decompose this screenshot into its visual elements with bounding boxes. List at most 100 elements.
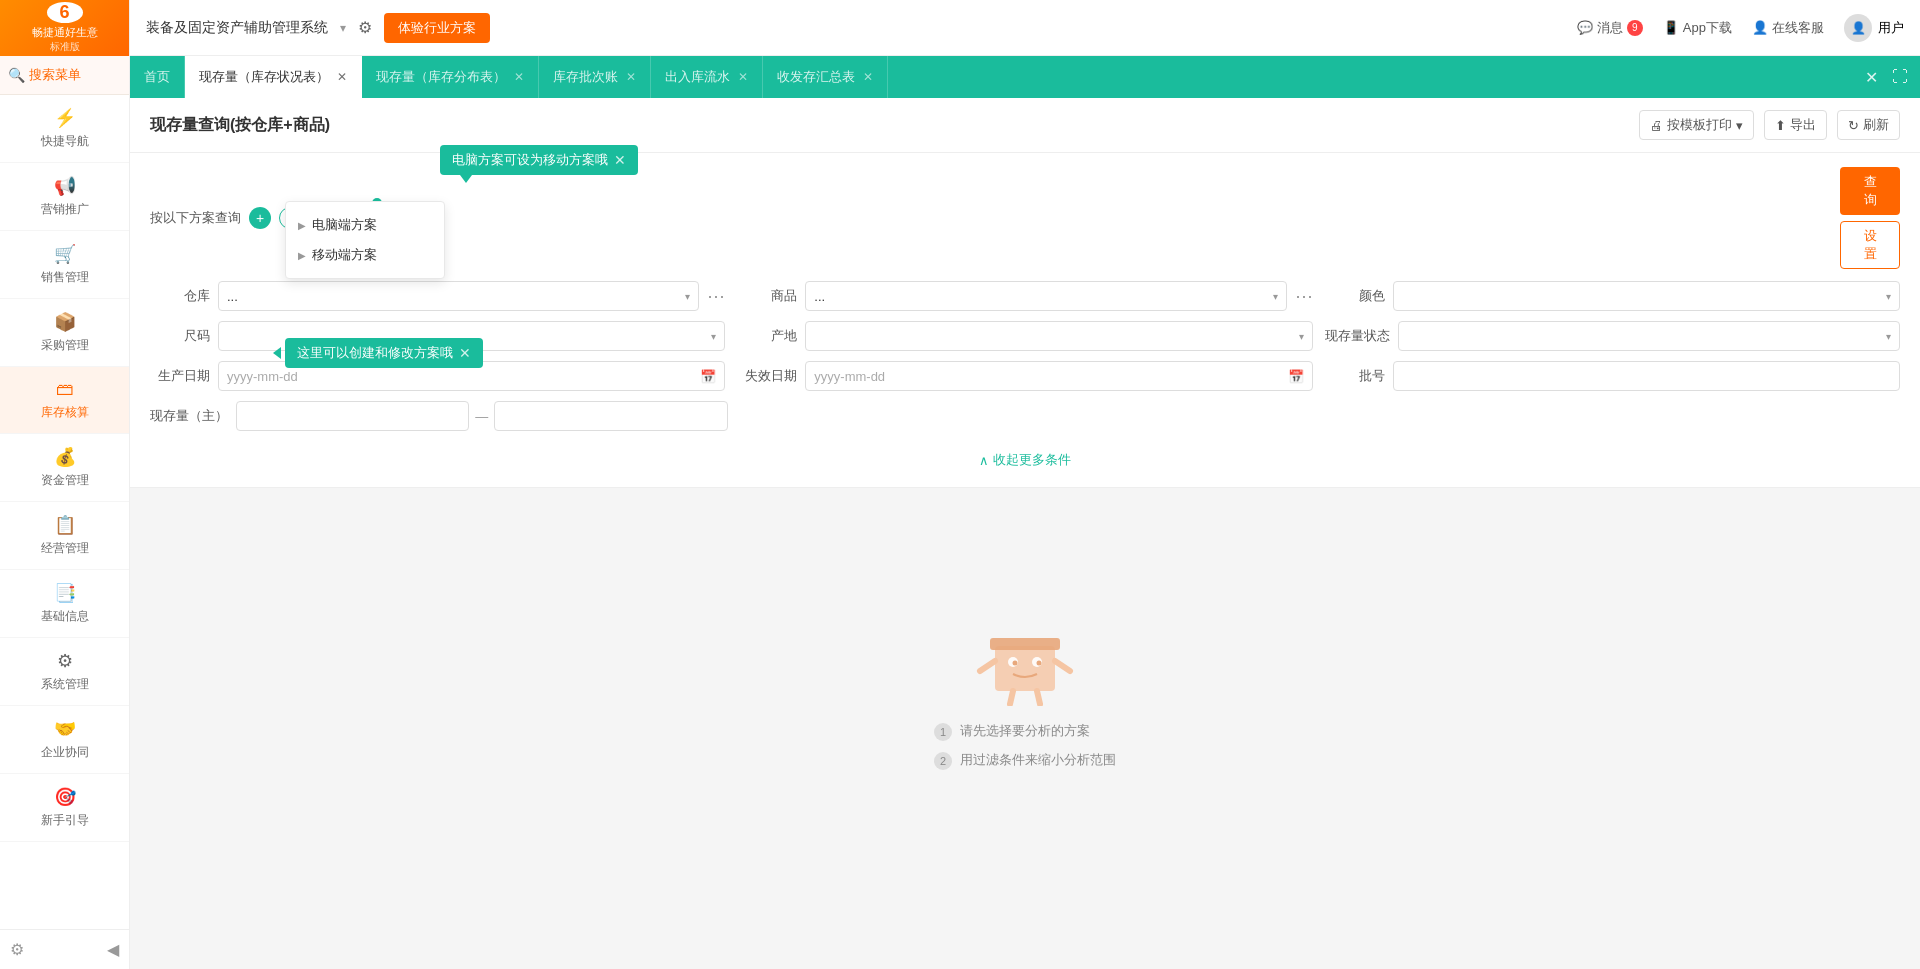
svg-point-5 [1037,661,1042,666]
empty-illustration: 1 请先选择要分析的方案 2 用过滤条件来缩小分析范围 [934,606,1116,770]
export-button[interactable]: ⬆ 导出 [1764,110,1827,140]
marketing-label: 营销推广 [41,201,89,218]
finance-icon: 💰 [54,446,76,468]
produce-date-icon[interactable]: 📅 [700,369,716,384]
pc-expand-icon: ▶ [298,220,306,231]
filter-field-stock-qty: 现存量（主） — [150,401,728,431]
export-label: 导出 [1790,116,1816,134]
footer-collapse-btn[interactable]: ◀ [107,940,119,959]
refresh-button[interactable]: ↻ 刷新 [1837,110,1900,140]
filter-field-origin: 产地 ▾ [737,321,1312,351]
sidebar-item-finance[interactable]: 💰 资金管理 [0,434,129,502]
stock-status-arrow: ▾ [1886,331,1891,342]
goods-more-icon[interactable]: ⋯ [1295,285,1313,307]
pc-scenario-label: 电脑端方案 [312,216,377,234]
batch-label: 批号 [1325,367,1385,385]
tabs-expand-btn[interactable]: ⛶ [1888,68,1912,86]
collapse-conditions-btn[interactable]: ∧ 收起更多条件 [150,441,1900,473]
main-area: 装备及固定资产辅助管理系统 ▾ ⚙ 体验行业方案 💬 消息 9 📱 App下载 … [130,0,1920,969]
color-label: 颜色 [1325,287,1385,305]
search-icon: 🔍 [8,67,25,83]
app-header: 装备及固定资产辅助管理系统 ▾ ⚙ 体验行业方案 💬 消息 9 📱 App下载 … [130,0,1920,56]
scenario-pc-item[interactable]: ▶ 电脑端方案 [286,210,444,240]
system-label: 系统管理 [41,676,89,693]
tab-inventory-status[interactable]: 现存量（库存状况表） ✕ [185,56,362,98]
tooltip1-close-btn[interactable]: ✕ [614,152,626,168]
size-label: 尺码 [150,327,210,345]
main-body: 1 请先选择要分析的方案 2 用过滤条件来缩小分析范围 [130,488,1920,888]
sidebar-item-operations[interactable]: 📋 经营管理 [0,502,129,570]
tabs-close-all-btn[interactable]: ✕ [1861,68,1882,87]
filter-label: 按以下方案查询 [150,209,241,227]
produce-date-label: 生产日期 [150,367,210,385]
search-actions: 查询 设置 [1840,167,1900,269]
filter-add-button[interactable]: + [249,207,271,229]
tab-home[interactable]: 首页 [130,56,185,98]
svg-point-4 [1013,661,1018,666]
tab-batch-account[interactable]: 库存批次账 ✕ [539,56,651,98]
online-support-btn[interactable]: 👤 在线客服 [1752,19,1824,37]
sidebar-item-system[interactable]: ⚙ 系统管理 [0,638,129,706]
tab-collect-summary[interactable]: 收发存汇总表 ✕ [763,56,888,98]
goods-select[interactable]: ... ▾ [805,281,1286,311]
origin-select[interactable]: ▾ [805,321,1312,351]
tooltip2-close-btn[interactable]: ✕ [459,345,471,361]
user-menu[interactable]: 👤 用户 [1844,14,1904,42]
expire-date-input[interactable]: yyyy-mm-dd 📅 [805,361,1312,391]
quick-nav-label: 快捷导航 [41,133,89,150]
tab-inventory-status-close[interactable]: ✕ [337,70,347,84]
sidebar-item-marketing[interactable]: 📢 营销推广 [0,163,129,231]
filter-section: 按以下方案查询 + ↺ ← 电脑方案可设为移动方案哦 ✕ 查询 设置 [130,153,1920,488]
system-chevron-icon[interactable]: ▾ [340,21,346,35]
expire-date-label: 失效日期 [737,367,797,385]
warehouse-select[interactable]: ... ▾ [218,281,699,311]
scenario-mobile-item[interactable]: ▶ 移动端方案 [286,240,444,270]
stock-status-select[interactable]: ▾ [1398,321,1900,351]
message-btn[interactable]: 💬 消息 9 [1577,19,1643,37]
search-button[interactable]: 查询 [1840,167,1900,215]
message-icon: 💬 [1577,20,1593,35]
print-button[interactable]: 🖨 按模板打印 ▾ [1639,110,1754,140]
plan-button[interactable]: 体验行业方案 [384,13,490,43]
sales-label: 销售管理 [41,269,89,286]
sidebar-item-quick-nav[interactable]: ⚡ 快捷导航 [0,95,129,163]
inventory-label: 库存核算 [41,404,89,421]
svg-rect-1 [990,638,1060,650]
stock-qty-min-input[interactable] [236,401,469,431]
batch-input[interactable] [1393,361,1900,391]
svg-line-8 [1010,691,1013,704]
tip2-text: 用过滤条件来缩小分析范围 [960,751,1116,769]
sidebar-search[interactable]: 🔍 搜索菜单 [0,56,129,95]
sidebar-item-purchase[interactable]: 📦 采购管理 [0,299,129,367]
header-left: 装备及固定资产辅助管理系统 ▾ ⚙ 体验行业方案 [146,13,490,43]
warehouse-more-icon[interactable]: ⋯ [707,285,725,307]
empty-tip-2: 2 用过滤条件来缩小分析范围 [934,751,1116,770]
header-settings-icon[interactable]: ⚙ [358,18,372,37]
sidebar-item-guide[interactable]: 🎯 新手引导 [0,774,129,842]
marketing-icon: 📢 [54,175,76,197]
tab-collect-summary-close[interactable]: ✕ [863,70,873,84]
filter-field-stock-status: 现存量状态 ▾ [1325,321,1900,351]
sidebar-item-sales[interactable]: 🛒 销售管理 [0,231,129,299]
tab-inout-flow-close[interactable]: ✕ [738,70,748,84]
scenario-tree-dropdown: ▶ 电脑端方案 ▶ 移动端方案 [285,201,445,279]
tab-batch-account-close[interactable]: ✕ [626,70,636,84]
expire-date-icon[interactable]: 📅 [1288,369,1304,384]
sidebar-item-collab[interactable]: 🤝 企业协同 [0,706,129,774]
filter-field-batch: 批号 [1325,361,1900,391]
tab-inventory-status-label: 现存量（库存状况表） [199,68,329,86]
tab-inventory-dist[interactable]: 现存量（库存分布表） ✕ [362,56,539,98]
reset-button[interactable]: 设置 [1840,221,1900,269]
sidebar-item-inventory[interactable]: 🗃 库存核算 [0,367,129,434]
empty-tip-1: 1 请先选择要分析的方案 [934,722,1116,741]
tab-inventory-dist-close[interactable]: ✕ [514,70,524,84]
stock-qty-max-input[interactable] [494,401,727,431]
tab-inout-flow[interactable]: 出入库流水 ✕ [651,56,763,98]
app-download-btn[interactable]: 📱 App下载 [1663,19,1732,37]
footer-settings-btn[interactable]: ⚙ [10,940,24,959]
user-name: 用户 [1878,19,1904,37]
tip2-num: 2 [934,752,952,770]
stock-qty-label: 现存量（主） [150,407,228,425]
color-select[interactable]: ▾ [1393,281,1900,311]
sidebar-item-basic[interactable]: 📑 基础信息 [0,570,129,638]
